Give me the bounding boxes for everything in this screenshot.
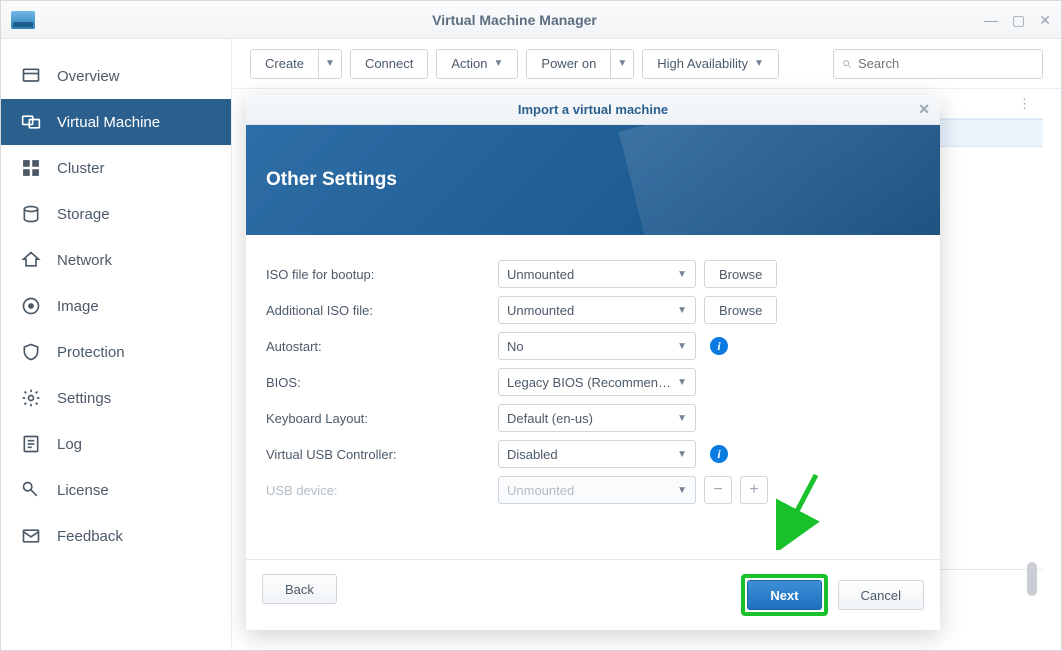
toolbar: Create ▼ Connect Action▼ Power on ▼ High… [232,39,1061,89]
sidebar-item-license[interactable]: License [1,467,231,513]
create-button[interactable]: Create [250,49,318,79]
chevron-down-icon: ▼ [677,413,687,424]
sidebar-item-log[interactable]: Log [1,421,231,467]
sidebar-item-overview[interactable]: Overview [1,53,231,99]
next-button-highlight: Next [741,574,827,616]
window-close-icon[interactable]: ✕ [1039,13,1051,27]
chevron-down-icon: ▼ [677,269,687,280]
sidebar-item-label: Virtual Machine [57,114,160,131]
window-titlebar: Virtual Machine Manager — ▢ ✕ [1,1,1061,39]
connect-button[interactable]: Connect [350,49,428,79]
sidebar-item-label: Cluster [57,160,105,177]
dialog-heading: Other Settings [266,169,397,191]
keyboard-layout-select[interactable]: Default (en-us)▼ [498,404,696,432]
sidebar-item-image[interactable]: Image [1,283,231,329]
sidebar-item-settings[interactable]: Settings [1,375,231,421]
iso-bootup-select[interactable]: Unmounted▼ [498,260,696,288]
import-vm-dialog: Import a virtual machine ✕ Other Setting… [246,95,940,630]
app-icon [11,11,35,29]
vm-icon [21,112,41,132]
action-button[interactable]: Action▼ [436,49,518,79]
high-availability-button[interactable]: High Availability▼ [642,49,779,79]
sidebar-item-label: Settings [57,390,111,407]
bios-select[interactable]: Legacy BIOS (Recommended)▼ [498,368,696,396]
sidebar-item-label: Storage [57,206,110,223]
poweron-dropdown-button[interactable]: ▼ [610,49,634,79]
dialog-titlebar: Import a virtual machine ✕ [246,95,940,125]
sidebar-item-network[interactable]: Network [1,237,231,283]
add-usb-button[interactable]: + [740,476,768,504]
table-menu-icon[interactable]: ⋮ [1018,96,1031,112]
field-label-bios: BIOS: [266,375,498,390]
field-label-additional-iso: Additional ISO file: [266,303,498,318]
network-icon [21,250,41,270]
back-button[interactable]: Back [262,574,337,604]
sidebar-item-label: Protection [57,344,125,361]
sidebar-item-storage[interactable]: Storage [1,191,231,237]
window-maximize-icon[interactable]: ▢ [1012,13,1025,27]
scrollbar-thumb[interactable] [1027,562,1037,596]
window-minimize-icon[interactable]: — [984,13,998,27]
info-icon[interactable]: i [710,337,728,355]
remove-usb-button[interactable]: − [704,476,732,504]
overview-icon [21,66,41,86]
chevron-down-icon: ▼ [677,449,687,460]
search-input[interactable] [858,56,1034,71]
app-title: Virtual Machine Manager [45,12,984,28]
gear-icon [21,388,41,408]
search-box[interactable] [833,49,1043,79]
autostart-select[interactable]: No▼ [498,332,696,360]
close-icon[interactable]: ✕ [918,101,930,118]
sidebar-item-label: Network [57,252,112,269]
sidebar-item-protection[interactable]: Protection [1,329,231,375]
usb-controller-select[interactable]: Disabled▼ [498,440,696,468]
field-label-iso-bootup: ISO file for bootup: [266,267,498,282]
sidebar-item-label: Log [57,436,82,453]
sidebar: Overview Virtual Machine Cluster Storage… [1,39,232,650]
search-icon [842,57,852,71]
log-icon [21,434,41,454]
sidebar-item-feedback[interactable]: Feedback [1,513,231,559]
browse-iso-bootup-button[interactable]: Browse [704,260,777,288]
chevron-down-icon: ▼ [677,305,687,316]
usb-device-select: Unmounted▼ [498,476,696,504]
cluster-icon [21,158,41,178]
field-label-usb-device: USB device: [266,483,498,498]
dialog-title: Import a virtual machine [518,102,668,117]
sidebar-item-label: Overview [57,68,120,85]
sidebar-item-cluster[interactable]: Cluster [1,145,231,191]
chevron-down-icon: ▼ [677,341,687,352]
field-label-autostart: Autostart: [266,339,498,354]
cancel-button[interactable]: Cancel [838,580,924,610]
chevron-down-icon: ▼ [677,485,687,496]
sidebar-item-label: License [57,482,109,499]
field-label-usb-controller: Virtual USB Controller: [266,447,498,462]
poweron-button[interactable]: Power on [526,49,610,79]
dialog-hero: Other Settings [246,125,940,235]
additional-iso-select[interactable]: Unmounted▼ [498,296,696,324]
create-dropdown-button[interactable]: ▼ [318,49,342,79]
protection-icon [21,342,41,362]
sidebar-item-virtual-machine[interactable]: Virtual Machine [1,99,231,145]
field-label-keyboard: Keyboard Layout: [266,411,498,426]
storage-icon [21,204,41,224]
chevron-down-icon: ▼ [677,377,687,388]
info-icon[interactable]: i [710,445,728,463]
feedback-icon [21,526,41,546]
sidebar-item-label: Feedback [57,528,123,545]
sidebar-item-label: Image [57,298,99,315]
image-icon [21,296,41,316]
license-icon [21,480,41,500]
next-button[interactable]: Next [747,580,821,610]
browse-additional-iso-button[interactable]: Browse [704,296,777,324]
